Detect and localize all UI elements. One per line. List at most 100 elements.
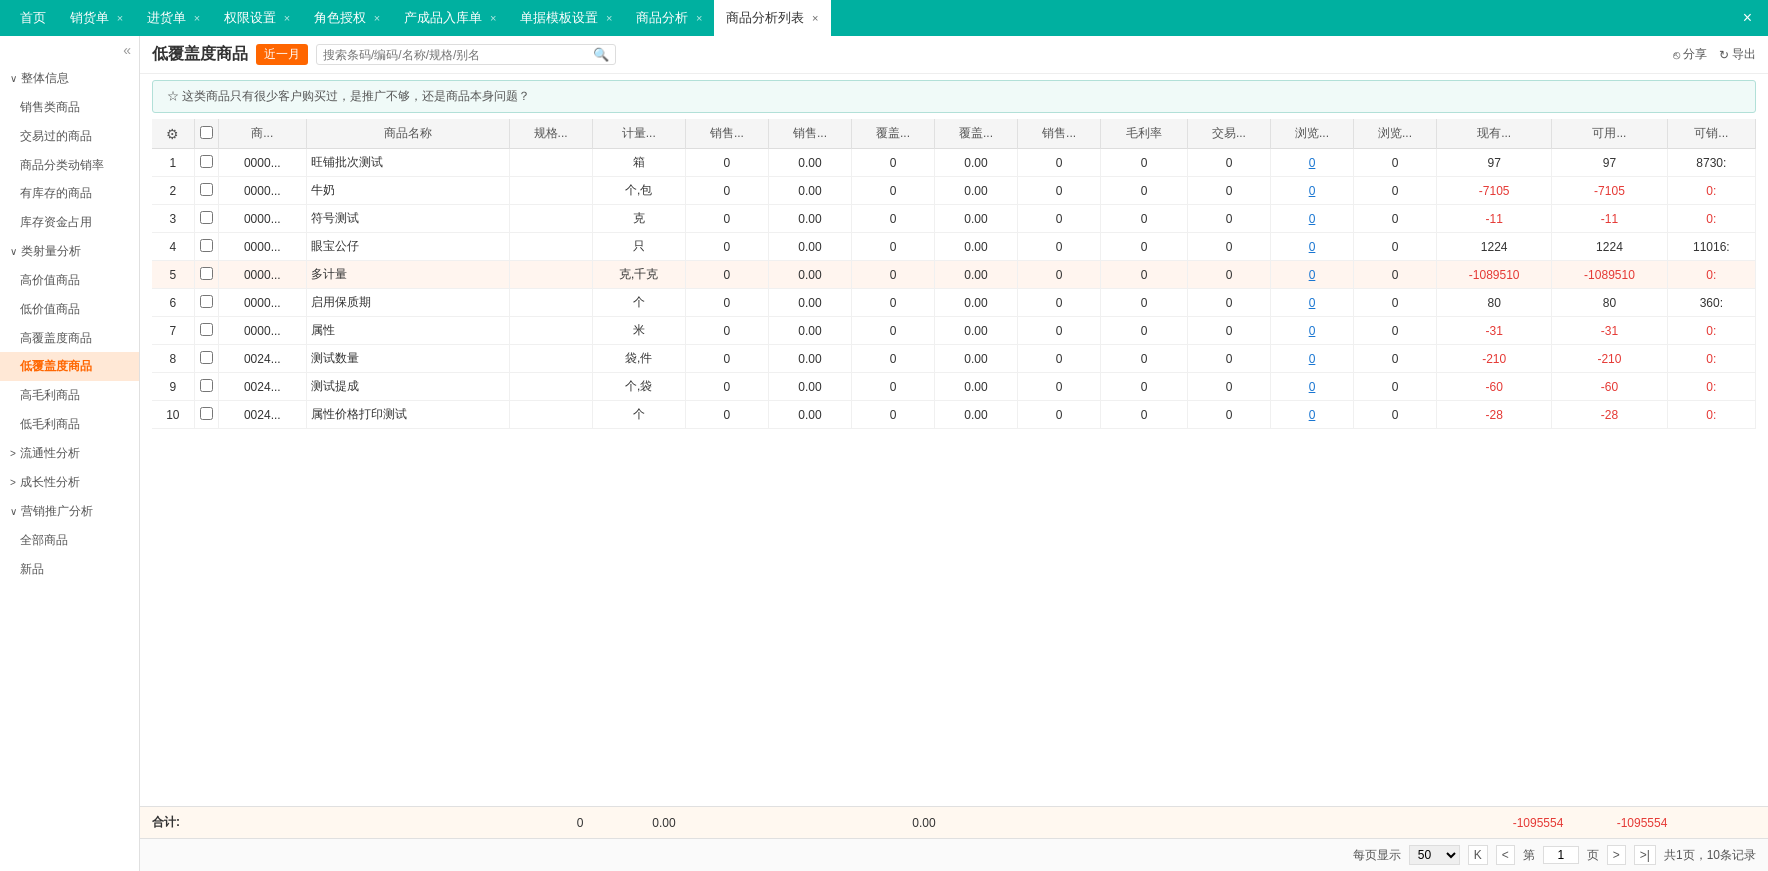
sidebar-item-high-value[interactable]: 高价值商品 [0, 266, 139, 295]
sidebar-item-stocked-goods[interactable]: 有库存的商品 [0, 179, 139, 208]
sidebar-item-inventory-capital[interactable]: 库存资金占用 [0, 208, 139, 237]
col-coverage2[interactable]: 覆盖... [935, 119, 1018, 149]
row-checkbox[interactable] [200, 351, 213, 364]
row-checkbox[interactable] [200, 211, 213, 224]
col-name[interactable]: 商品名称 [306, 119, 509, 149]
row-cov1: 0 [852, 317, 935, 345]
nav-permission-close[interactable]: × [284, 12, 290, 24]
first-page-btn[interactable]: K [1468, 845, 1488, 865]
sidebar-item-high-margin[interactable]: 高毛利商品 [0, 381, 139, 410]
row-checkbox[interactable] [200, 155, 213, 168]
nav-goods-analysis-list[interactable]: 商品分析列表 × [714, 0, 830, 36]
nav-sales[interactable]: 销货单 × [58, 0, 135, 36]
row-browse1[interactable]: 0 [1270, 177, 1353, 205]
nav-product-storage-close[interactable]: × [490, 12, 496, 24]
row-name: 旺铺批次测试 [306, 149, 509, 177]
sidebar-item-low-coverage[interactable]: 低覆盖度商品 [0, 352, 139, 381]
sidebar-item-traded-goods[interactable]: 交易过的商品 [0, 122, 139, 151]
select-all-checkbox[interactable] [200, 126, 213, 139]
row-browse1[interactable]: 0 [1270, 289, 1353, 317]
nav-goods-analysis[interactable]: 商品分析 × [624, 0, 714, 36]
nav-role[interactable]: 角色授权 × [302, 0, 392, 36]
page-input[interactable] [1543, 846, 1579, 864]
col-settings[interactable]: ⚙ [152, 119, 194, 149]
nav-goods-analysis-close[interactable]: × [696, 12, 702, 24]
sidebar-liquidity-header[interactable]: > 流通性分析 [0, 439, 139, 468]
row-name: 牛奶 [306, 177, 509, 205]
sidebar-item-low-value[interactable]: 低价值商品 [0, 295, 139, 324]
nav-goods-analysis-list-close[interactable]: × [812, 12, 818, 24]
row-trans: 0 [1187, 177, 1270, 205]
nav-product-storage[interactable]: 产成品入库单 × [392, 0, 508, 36]
row-browse2: 0 [1354, 317, 1437, 345]
row-browse1[interactable]: 0 [1270, 373, 1353, 401]
row-checkbox[interactable] [200, 407, 213, 420]
col-browse2[interactable]: 浏览... [1354, 119, 1437, 149]
col-sellable[interactable]: 可销... [1667, 119, 1755, 149]
row-browse1[interactable]: 0 [1270, 205, 1353, 233]
row-checkbox[interactable] [200, 239, 213, 252]
row-browse1[interactable]: 0 [1270, 317, 1353, 345]
col-available[interactable]: 可用... [1552, 119, 1667, 149]
total-sales-qty: 0 [540, 816, 620, 830]
col-sales-count[interactable]: 销售... [1018, 119, 1101, 149]
row-avail: -28 [1552, 401, 1667, 429]
row-avail: -60 [1552, 373, 1667, 401]
sidebar-item-all-goods[interactable]: 全部商品 [0, 526, 139, 555]
sidebar-overall-header[interactable]: ∨ 整体信息 [0, 64, 139, 93]
nav-template[interactable]: 单据模板设置 × [508, 0, 624, 36]
sidebar-quality-header[interactable]: ∨ 类射量分析 [0, 237, 139, 266]
nav-sales-close[interactable]: × [117, 12, 123, 24]
row-checkbox[interactable] [200, 295, 213, 308]
row-checkbox[interactable] [200, 267, 213, 280]
prev-page-btn[interactable]: < [1496, 845, 1515, 865]
row-browse1[interactable]: 0 [1270, 345, 1353, 373]
sidebar-item-category-rate[interactable]: 商品分类动销率 [0, 151, 139, 180]
nav-permission[interactable]: 权限设置 × [212, 0, 302, 36]
col-sales-amt[interactable]: 销售... [768, 119, 851, 149]
share-button[interactable]: ⎋ 分享 [1673, 46, 1707, 63]
row-browse1[interactable]: 0 [1270, 149, 1353, 177]
row-spec [509, 317, 592, 345]
col-spec[interactable]: 规格... [509, 119, 592, 149]
col-coverage1[interactable]: 覆盖... [852, 119, 935, 149]
row-sellable: 0: [1667, 345, 1755, 373]
window-close-btn[interactable]: × [1735, 9, 1760, 27]
sidebar-collapse-btn[interactable]: « [0, 36, 139, 64]
export-button[interactable]: ↻ 导出 [1719, 46, 1756, 63]
col-gross-margin[interactable]: 毛利率 [1101, 119, 1188, 149]
row-checkbox[interactable] [200, 323, 213, 336]
row-sellable: 0: [1667, 373, 1755, 401]
row-browse1[interactable]: 0 [1270, 233, 1353, 261]
col-current-stock[interactable]: 现有... [1437, 119, 1552, 149]
nav-template-close[interactable]: × [606, 12, 612, 24]
col-transaction[interactable]: 交易... [1187, 119, 1270, 149]
row-checkbox[interactable] [200, 183, 213, 196]
col-code[interactable]: 商... [218, 119, 306, 149]
sidebar-growth-header[interactable]: > 成长性分析 [0, 468, 139, 497]
nav-role-close[interactable]: × [374, 12, 380, 24]
per-page-select[interactable]: 50 20 100 [1409, 845, 1460, 865]
row-unit: 个 [592, 289, 685, 317]
search-icon: 🔍 [593, 47, 609, 62]
next-page-btn[interactable]: > [1607, 845, 1626, 865]
col-unit[interactable]: 计量... [592, 119, 685, 149]
sidebar-item-sales-goods[interactable]: 销售类商品 [0, 93, 139, 122]
row-sales-count: 0 [1018, 373, 1101, 401]
nav-purchase[interactable]: 进货单 × [135, 0, 212, 36]
row-cov1: 0 [852, 205, 935, 233]
col-sales-qty[interactable]: 销售... [685, 119, 768, 149]
nav-home[interactable]: 首页 [8, 0, 58, 36]
sidebar-item-high-coverage[interactable]: 高覆盖度商品 [0, 324, 139, 353]
sidebar-item-low-margin[interactable]: 低毛利商品 [0, 410, 139, 439]
search-input[interactable] [323, 48, 593, 62]
sidebar-item-new-goods[interactable]: 新品 [0, 555, 139, 584]
sidebar-marketing-header[interactable]: ∨ 营销推广分析 [0, 497, 139, 526]
row-browse1[interactable]: 0 [1270, 401, 1353, 429]
row-browse1[interactable]: 0 [1270, 261, 1353, 289]
last-page-btn[interactable]: >| [1634, 845, 1656, 865]
col-browse1[interactable]: 浏览... [1270, 119, 1353, 149]
period-button[interactable]: 近一月 [256, 44, 308, 65]
row-checkbox[interactable] [200, 379, 213, 392]
nav-purchase-close[interactable]: × [194, 12, 200, 24]
